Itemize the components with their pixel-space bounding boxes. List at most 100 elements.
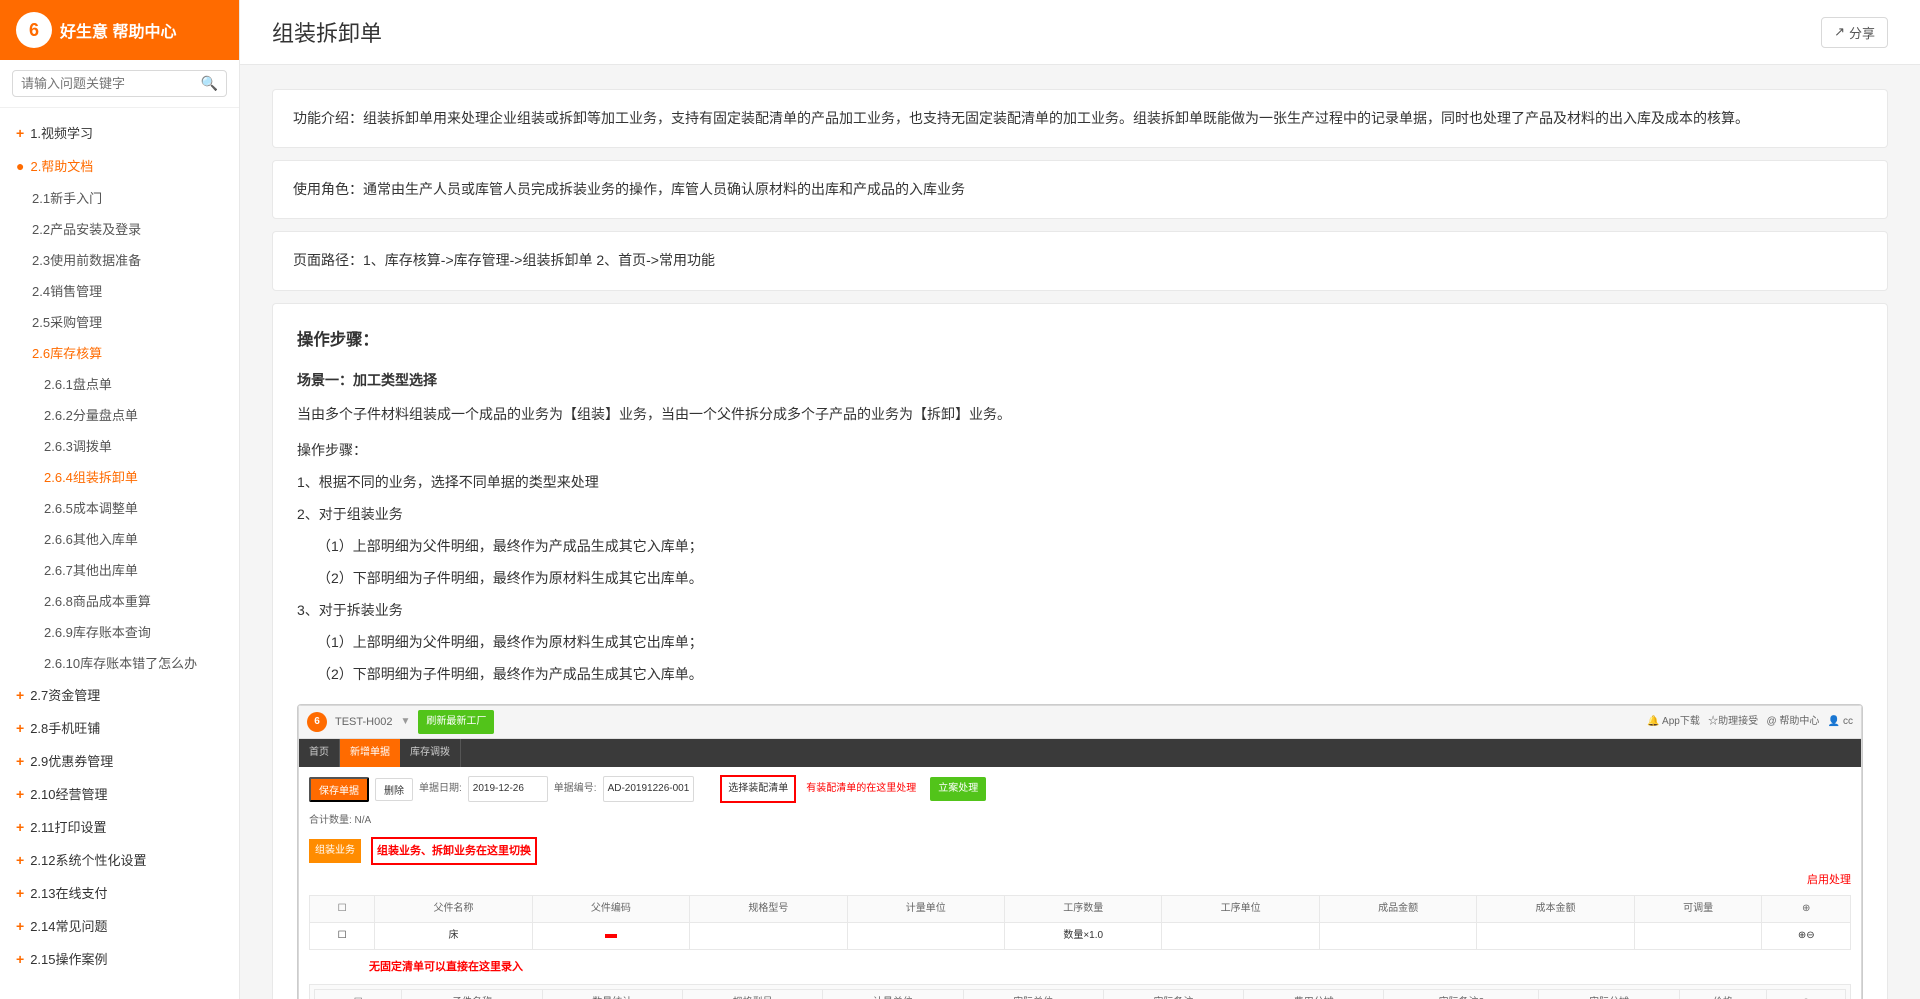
- sidebar-item-docs-2-6-9[interactable]: 2.6.9库存账本查询: [0, 616, 239, 647]
- sidebar-item-docs-2-6-4[interactable]: 2.6.4组装拆卸单: [0, 461, 239, 492]
- sidebar-sub-label: 2.6.8商品成本重算: [44, 594, 151, 609]
- mock-topbar: 6 TEST-H002 ▼ 刷新最新工厂 🔔 App下载 ☆助理接受 @ 帮助中…: [299, 706, 1861, 739]
- expand-icon: +: [16, 852, 24, 868]
- mock-tab-home[interactable]: 首页: [299, 739, 340, 767]
- mock-annotation-btn: 选择装配清单: [720, 775, 796, 803]
- sidebar-item-docs-2-9[interactable]: + 2.9优惠券管理: [0, 744, 239, 777]
- mock-td-qty: 数量×1.0: [1005, 923, 1162, 950]
- sidebar-item-docs-2-10[interactable]: + 2.10经营管理: [0, 777, 239, 810]
- mock-highlight-input[interactable]: [605, 934, 617, 938]
- sidebar-sub-label: 2.2产品安装及登录: [32, 222, 141, 237]
- sidebar-item-docs-2-15[interactable]: + 2.15操作案例: [0, 942, 239, 975]
- mock-refresh-btn[interactable]: 刷新最新工厂: [418, 710, 494, 734]
- nav-tree: + 1.视频学习 ● 2.帮助文档 2.1新手入门 2.2产品安装及登录 2.3…: [0, 108, 239, 999]
- search-icon[interactable]: 🔍: [201, 75, 218, 92]
- sidebar-item-label: 2.8手机旺铺: [30, 718, 100, 737]
- sidebar-item-docs-2-7[interactable]: + 2.7资金管理: [0, 678, 239, 711]
- content-area: 功能介绍：组装拆卸单用来处理企业组装或拆卸等加工业务，支持有固定装配清单的产品加…: [240, 65, 1920, 999]
- mock-th-8: 成本金额: [1477, 896, 1634, 923]
- sidebar-item-docs[interactable]: ● 2.帮助文档: [0, 149, 239, 182]
- mock-section-title-span: 组装业务: [309, 839, 361, 863]
- mock-th-6: 工序单位: [1162, 896, 1319, 923]
- mock-annotation3: 启用处理: [1807, 869, 1851, 891]
- sidebar-item-docs-2-6-7[interactable]: 2.6.7其他出库单: [0, 554, 239, 585]
- mock-th-7: 成品金额: [1319, 896, 1476, 923]
- sidebar-item-docs-2-4[interactable]: 2.4销售管理: [0, 275, 239, 306]
- mock-enable-btn[interactable]: 立案处理: [930, 777, 986, 801]
- mock-td-unit2: [1162, 923, 1319, 950]
- sidebar-sub-label: 2.6.9库存账本查询: [44, 625, 151, 640]
- scene1-heading: 场景一：加工类型选择: [297, 366, 1863, 394]
- mock-company: TEST-H002: [335, 711, 392, 733]
- expand-icon: +: [16, 918, 24, 934]
- expand-icon: +: [16, 687, 24, 703]
- search-input-wrap[interactable]: 🔍: [12, 70, 227, 97]
- sidebar-sub-label: 2.6.10库存账本错了怎么办: [44, 656, 197, 671]
- intro-block: 功能介绍：组装拆卸单用来处理企业组装或拆卸等加工业务，支持有固定装配清单的产品加…: [272, 89, 1888, 148]
- sidebar-item-docs-2-6-10[interactable]: 2.6.10库存账本错了怎么办: [0, 647, 239, 678]
- mock-section-row: 组装业务 组装业务、拆卸业务在这里切换: [309, 837, 1851, 865]
- sidebar-item-docs-2-1[interactable]: 2.1新手入门: [0, 182, 239, 213]
- sidebar-item-docs-2-6-3[interactable]: 2.6.3调拨单: [0, 430, 239, 461]
- search-box: 🔍: [0, 60, 239, 108]
- mock-sub-table: ☐ 子件名称 数量统计 规格型号 计量单位 实际单位 实际备注 费用分摊 实际备: [314, 989, 1846, 999]
- step2-2: （2）下部明细为子件明细，最终作为原材料生成其它出库单。: [297, 564, 1863, 592]
- sidebar-item-docs-2-14[interactable]: + 2.14常见问题: [0, 909, 239, 942]
- page-title: 组装拆卸单: [272, 16, 382, 48]
- path-text: 页面路径：1、库存核算->库存管理->组装拆卸单 2、首页->常用功能: [293, 252, 715, 268]
- sidebar-sub-label: 2.3使用前数据准备: [32, 253, 141, 268]
- sidebar-item-docs-2-12[interactable]: + 2.12系统个性化设置: [0, 843, 239, 876]
- sidebar-sub-label: 2.6.2分量盘点单: [44, 408, 138, 423]
- sidebar-item-video[interactable]: + 1.视频学习: [0, 116, 239, 149]
- mock-btn-save[interactable]: 保存单据: [309, 777, 369, 802]
- sidebar-item-docs-2-6-2[interactable]: 2.6.2分量盘点单: [0, 399, 239, 430]
- sidebar-sub-label: 2.6.4组装拆卸单: [44, 470, 138, 485]
- mock-sub-th-7: 费用分摊: [1244, 990, 1384, 999]
- sidebar-sub-label: 2.6.5成本调整单: [44, 501, 138, 516]
- mock-sub-toolbar: 合计数量: N/A: [309, 811, 1851, 831]
- mock-sub-th-11: ⊕: [1767, 990, 1846, 999]
- sidebar-item-label: 2.15操作案例: [30, 949, 107, 968]
- sidebar-item-docs-2-11[interactable]: + 2.11打印设置: [0, 810, 239, 843]
- sidebar-item-docs-2-6-parent[interactable]: 2.6库存核算: [0, 337, 239, 368]
- expand-icon: +: [16, 720, 24, 736]
- expand-icon: +: [16, 819, 24, 835]
- mock-tab-list[interactable]: 库存调拨: [400, 739, 461, 767]
- mock-td-cost: [1477, 923, 1634, 950]
- mock-sub-table-section: ☐ 子件名称 数量统计 规格型号 计量单位 实际单位 实际备注 费用分摊 实际备: [309, 984, 1851, 999]
- sidebar-item-docs-2-3[interactable]: 2.3使用前数据准备: [0, 244, 239, 275]
- main-header: 组装拆卸单 ↗ 分享: [240, 0, 1920, 65]
- expand-icon: +: [16, 753, 24, 769]
- mock-btn-delete[interactable]: 删除: [375, 778, 413, 801]
- sidebar-sub-label: 2.1新手入门: [32, 191, 102, 206]
- mock-th-3: 规格型号: [690, 896, 847, 923]
- share-button[interactable]: ↗ 分享: [1821, 17, 1888, 48]
- mock-tab-active[interactable]: 新增单据: [340, 739, 400, 767]
- sidebar-item-docs-2-8[interactable]: + 2.8手机旺铺: [0, 711, 239, 744]
- mock-logo: 6: [307, 712, 327, 732]
- sidebar-item-docs-2-13[interactable]: + 2.13在线支付: [0, 876, 239, 909]
- mock-th-10: ⊕: [1762, 896, 1851, 923]
- mock-content: 保存单据 删除 单据日期: 2019-12-26 单据编号: AD-201912…: [299, 767, 1861, 999]
- sidebar-item-docs-2-5[interactable]: 2.5采购管理: [0, 306, 239, 337]
- mock-td-name: 床: [375, 923, 532, 950]
- sidebar-item-docs-2-6-5[interactable]: 2.6.5成本调整单: [0, 492, 239, 523]
- sidebar-item-docs-2-2[interactable]: 2.2产品安装及登录: [0, 213, 239, 244]
- search-input[interactable]: [21, 76, 201, 91]
- sidebar-sub-label: 2.5采购管理: [32, 315, 102, 330]
- mock-no-val: AD-20191226-001: [603, 776, 695, 802]
- mock-nav-icons: 🔔 App下载 ☆助理接受 @ 帮助中心 👤 cc: [1647, 712, 1853, 732]
- screenshot-container: 6 TEST-H002 ▼ 刷新最新工厂 🔔 App下载 ☆助理接受 @ 帮助中…: [297, 704, 1863, 999]
- sidebar-item-docs-2-6-8[interactable]: 2.6.8商品成本重算: [0, 585, 239, 616]
- ops-heading2: 操作步骤：: [297, 436, 1863, 464]
- sidebar-item-docs-2-6-1[interactable]: 2.6.1盘点单: [0, 368, 239, 399]
- mock-sub-th-5: 实际单位: [963, 990, 1103, 999]
- sidebar-sub-label: 2.6.3调拨单: [44, 439, 112, 454]
- mock-td-code: [532, 923, 689, 950]
- sidebar-sub-label: 2.4销售管理: [32, 284, 102, 299]
- path-block: 页面路径：1、库存核算->库存管理->组装拆卸单 2、首页->常用功能: [272, 231, 1888, 290]
- mock-date-val: 2019-12-26: [468, 776, 548, 802]
- role-block: 使用角色：通常由生产人员或库管人员完成拆装业务的操作，库管人员确认原材料的出库和…: [272, 160, 1888, 219]
- sidebar-item-docs-2-6-6[interactable]: 2.6.6其他入库单: [0, 523, 239, 554]
- sidebar-item-label: 2.10经营管理: [30, 784, 107, 803]
